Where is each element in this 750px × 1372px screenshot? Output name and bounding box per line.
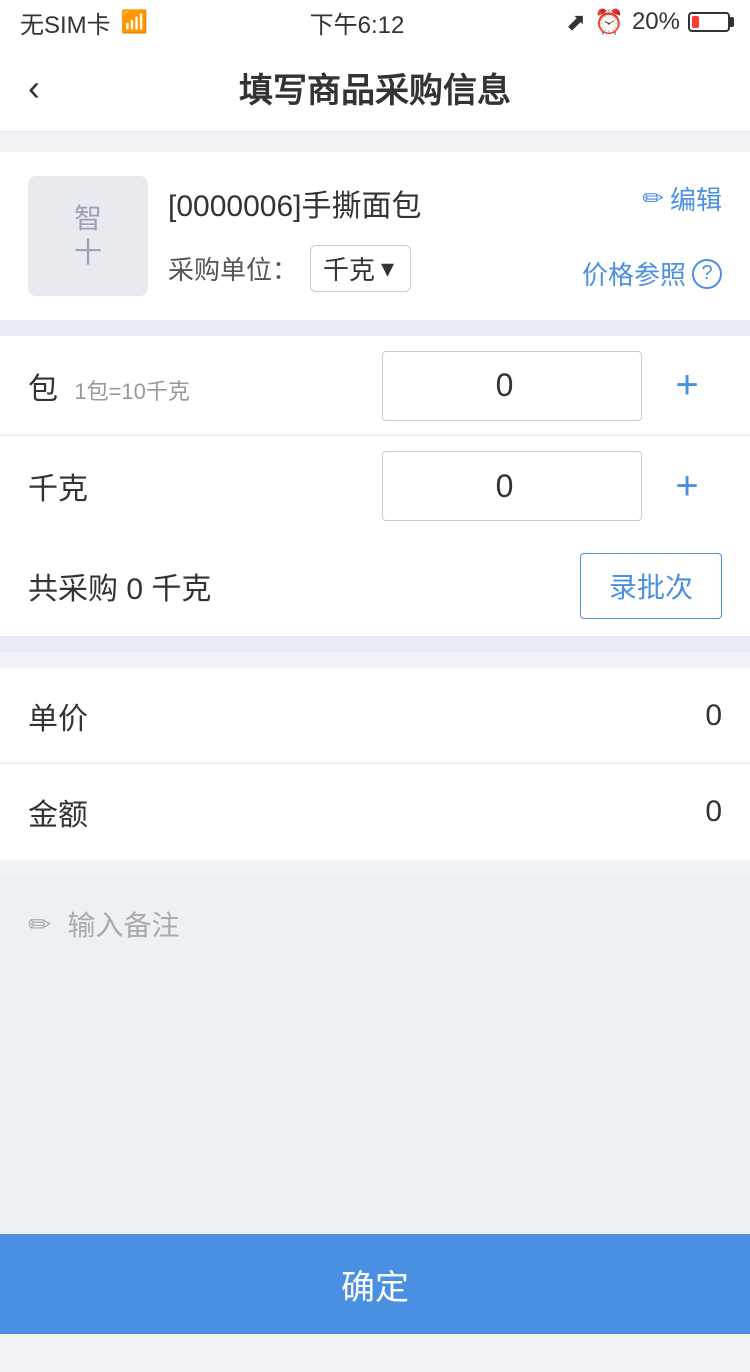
confirm-button[interactable]: 确定 [0,1234,750,1334]
unit-value: 千克 [323,250,375,287]
carrier-label: 无SIM卡 [20,5,111,40]
unit-price-row: 单价 0 [0,668,750,764]
bao-label: 包 1包=10千克 [28,364,382,408]
price-ref-label: 价格参照 [582,255,686,292]
back-button[interactable]: ‹ [28,67,40,109]
edit-icon: ✏ [642,183,664,214]
pencil-icon: ✏ [28,908,51,941]
product-image: 智 十 [28,176,148,296]
product-name: [0000006]手撕面包 [168,181,722,225]
kg-row: 千克 + [0,436,750,536]
empty-content [0,972,750,1272]
bao-plus-button[interactable]: + [652,351,722,421]
product-card: 智 十 [0000006]手撕面包 采购单位： 千克 ▾ ✏ 编辑 价格参照 ? [0,152,750,320]
battery-icon [688,12,730,32]
product-logo: 智 十 [74,202,102,269]
price-ref-button[interactable]: 价格参照 ? [582,255,722,292]
amount-value: 0 [705,795,722,829]
amount-label: 金额 [28,790,88,834]
battery-percent: 20% [632,8,680,36]
unit-dropdown-icon: ▾ [381,253,394,284]
location-icon: ⬈ [566,8,586,37]
nav-bar: ‹ 填写商品采购信息 [0,44,750,132]
summary-row: 共采购 0 千克 录批次 [0,536,750,636]
remark-section[interactable]: ✏ 输入备注 [0,876,750,972]
kg-plus-button[interactable]: + [652,451,722,521]
status-bar: 无SIM卡 📶 下午6:12 ⬈ ⏰ 20% [0,0,750,44]
remark-placeholder: 输入备注 [67,904,179,944]
edit-button[interactable]: ✏ 编辑 [642,180,722,217]
bao-input[interactable] [382,351,642,421]
wifi-icon: 📶 [121,9,148,35]
page-title: 填写商品采购信息 [239,63,511,112]
kg-input[interactable] [382,451,642,521]
summary-section: 共采购 0 千克 录批次 [0,536,750,636]
unit-label: 采购单位： [168,250,298,287]
bao-row: 包 1包=10千克 + [0,336,750,436]
unit-price-value: 0 [705,699,722,733]
unit-selector[interactable]: 千克 ▾ [310,245,411,292]
bao-sublabel: 1包=10千克 [74,379,190,404]
summary-text: 共采购 0 千克 [28,564,211,608]
edit-label: 编辑 [670,180,722,217]
amount-row: 金额 0 [0,764,750,860]
alarm-icon: ⏰ [594,8,624,37]
price-section: 单价 0 金额 0 [0,668,750,860]
unit-price-label: 单价 [28,694,88,738]
help-icon: ? [692,259,722,289]
time-label: 下午6:12 [310,5,405,40]
section-divider-2 [0,636,750,652]
section-divider-1 [0,320,750,336]
kg-label: 千克 [28,464,382,508]
batch-button[interactable]: 录批次 [580,553,722,619]
quantity-section: 包 1包=10千克 + 千克 + [0,336,750,536]
